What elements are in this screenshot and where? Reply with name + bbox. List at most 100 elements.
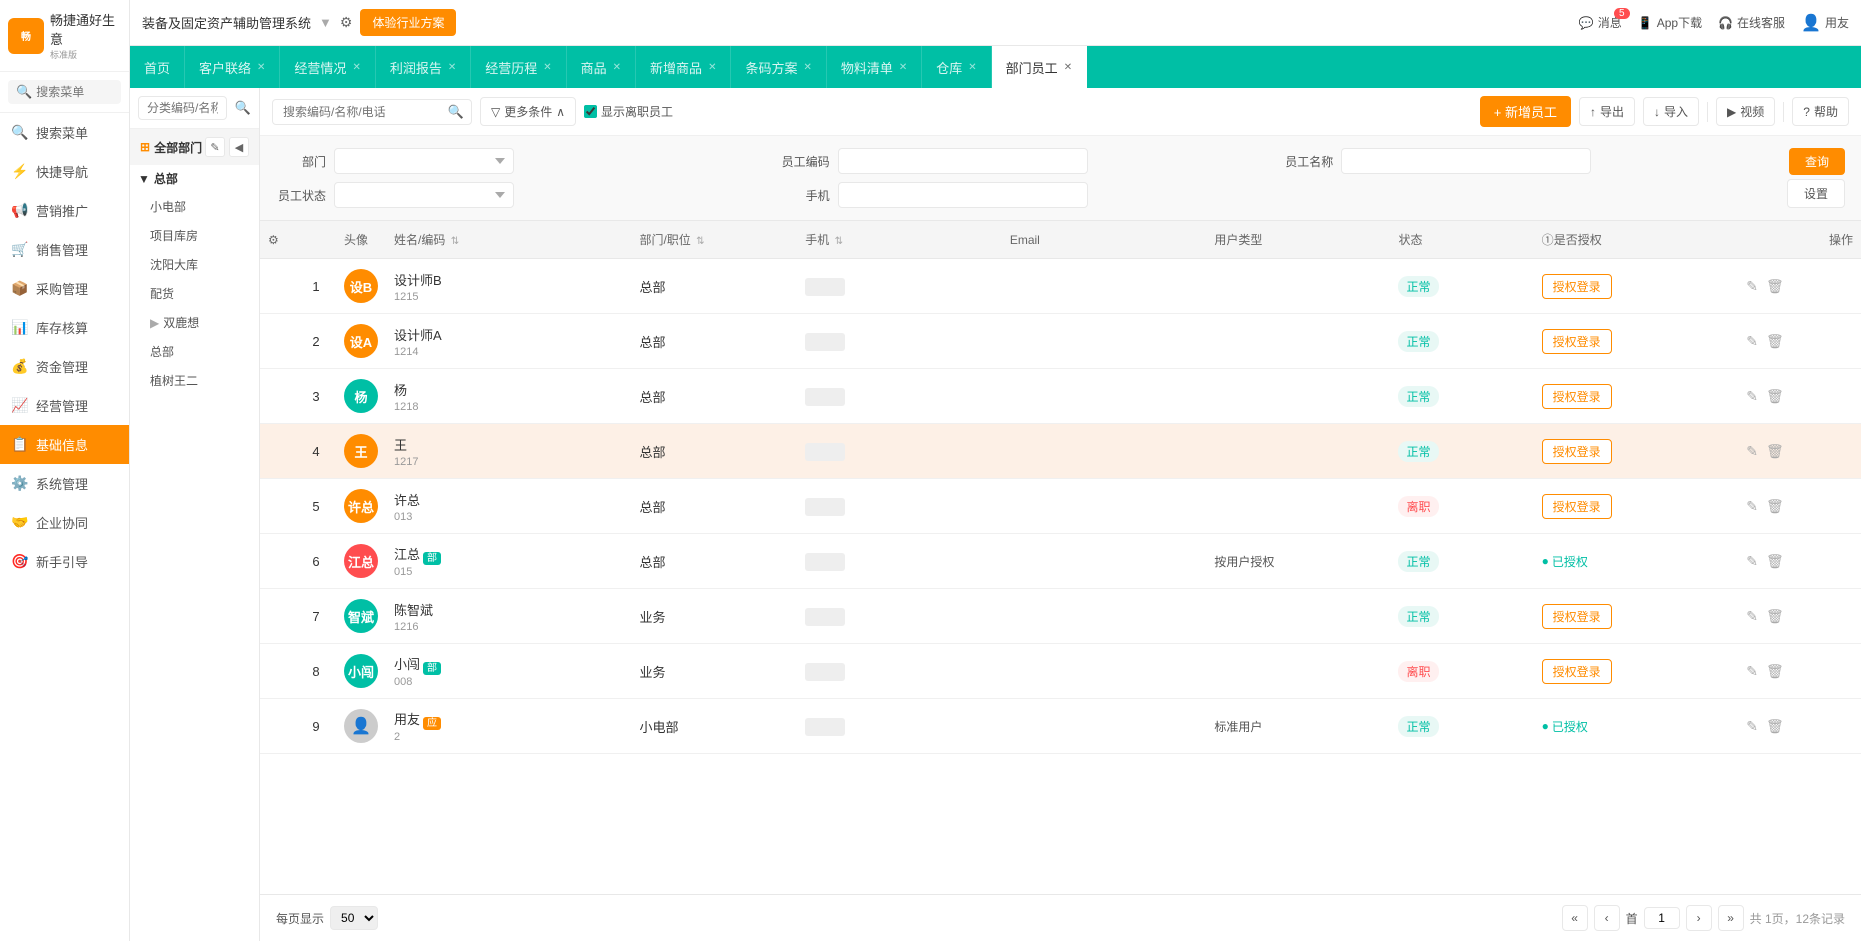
tab-material[interactable]: 物料清单 ✕ [827, 46, 922, 88]
sidebar-item-cooperate[interactable]: 🤝 企业协同 [0, 503, 129, 542]
delete-icon[interactable]: 🗑 [1766, 663, 1784, 680]
query-btn[interactable]: 查询 [1789, 148, 1845, 175]
auth-btn[interactable]: 授权登录 [1542, 494, 1612, 519]
sidebar-item-search[interactable]: 🔍 搜索菜单 [0, 113, 129, 152]
tree-item-xiaodian[interactable]: 小电部 [130, 192, 259, 221]
trial-button[interactable]: 体验行业方案 [360, 9, 456, 36]
tab-history[interactable]: 经营历程 ✕ [471, 46, 566, 88]
prev-page-btn[interactable]: ‹ [1594, 905, 1620, 931]
tab-newgoods-close[interactable]: ✕ [708, 62, 716, 73]
tab-warehouse[interactable]: 仓库 ✕ [922, 46, 991, 88]
app-download-btn[interactable]: 📱 App下载 [1638, 14, 1702, 31]
auth-btn[interactable]: 授权登录 [1542, 659, 1612, 684]
tree-edit-btn[interactable]: ✎ [205, 137, 225, 157]
tab-goods[interactable]: 商品 ✕ [567, 46, 636, 88]
sidebar-item-purchase[interactable]: 📦 采购管理 [0, 269, 129, 308]
sidebar-item-sales[interactable]: 🛒 销售管理 [0, 230, 129, 269]
col-settings[interactable]: ⚙ [260, 221, 296, 259]
page-input[interactable] [1644, 907, 1680, 929]
edit-icon[interactable]: ✎ [1746, 388, 1758, 405]
show-resigned-label[interactable]: 显示离职员工 [584, 103, 673, 120]
employee-search-icon[interactable]: 🔍 [448, 104, 464, 120]
set-btn[interactable]: 设置 [1787, 179, 1845, 208]
sidebar-search-input[interactable] [36, 85, 113, 99]
gear-btn[interactable]: ⚙ [340, 14, 353, 31]
delete-icon[interactable]: 🗑 [1766, 388, 1784, 405]
sidebar-item-quick[interactable]: ⚡ 快捷导航 [0, 152, 129, 191]
per-page-select[interactable]: 50 [330, 906, 378, 930]
col-name[interactable]: 姓名/编码 ⇅ [386, 221, 631, 259]
show-resigned-checkbox[interactable] [584, 105, 597, 118]
tab-department-close[interactable]: ✕ [1064, 62, 1072, 73]
delete-icon[interactable]: 🗑 [1766, 333, 1784, 350]
tab-material-close[interactable]: ✕ [899, 62, 907, 73]
export-btn[interactable]: ↑ 导出 [1579, 97, 1635, 126]
sidebar-item-guide[interactable]: 🎯 新手引导 [0, 542, 129, 581]
edit-icon[interactable]: ✎ [1746, 663, 1758, 680]
sidebar-item-finance[interactable]: 💰 资金管理 [0, 347, 129, 386]
edit-icon[interactable]: ✎ [1746, 278, 1758, 295]
auth-btn[interactable]: 授权登录 [1542, 274, 1612, 299]
delete-icon[interactable]: 🗑 [1766, 553, 1784, 570]
tab-operation-close[interactable]: ✕ [352, 62, 360, 73]
tree-item-shuangluxiang[interactable]: ▶ 双鹿想 [130, 308, 259, 337]
name-input[interactable] [1341, 148, 1591, 174]
more-filters-btn[interactable]: ▽ 更多条件 ∧ [480, 97, 576, 126]
import-btn[interactable]: ↓ 导入 [1643, 97, 1699, 126]
auth-btn[interactable]: 授权登录 [1542, 604, 1612, 629]
sidebar-item-basic[interactable]: 📋 基础信息 [0, 425, 129, 464]
user-btn[interactable]: 👤 用友 [1801, 13, 1849, 33]
auth-btn[interactable]: 授权登录 [1542, 384, 1612, 409]
col-phone[interactable]: 手机 ⇅ [797, 221, 1002, 259]
tab-profit-close[interactable]: ✕ [448, 62, 456, 73]
employee-search-input[interactable] [272, 99, 472, 125]
delete-icon[interactable]: 🗑 [1766, 498, 1784, 515]
dropdown-icon[interactable]: ▼ [319, 15, 332, 30]
tree-item-zhishu[interactable]: 植树王二 [130, 366, 259, 395]
code-input[interactable] [838, 148, 1088, 174]
tree-collapse-btn[interactable]: ◀ [229, 137, 249, 157]
tab-profit[interactable]: 利润报告 ✕ [376, 46, 471, 88]
edit-icon[interactable]: ✎ [1746, 498, 1758, 515]
delete-icon[interactable]: 🗑 [1766, 443, 1784, 460]
next-page-btn[interactable]: › [1686, 905, 1712, 931]
last-page-btn[interactable]: » [1718, 905, 1744, 931]
sidebar-item-inventory[interactable]: 📊 库存核算 [0, 308, 129, 347]
view-btn[interactable]: ▶ 视频 [1716, 97, 1775, 126]
online-service-btn[interactable]: 🎧 在线客服 [1718, 14, 1785, 31]
tab-history-close[interactable]: ✕ [543, 62, 551, 73]
add-employee-btn[interactable]: + 新增员工 [1480, 96, 1571, 127]
tab-barcode[interactable]: 条码方案 ✕ [731, 46, 826, 88]
tree-search-icon[interactable]: 🔍 [235, 100, 251, 116]
sidebar-item-system[interactable]: ⚙️ 系统管理 [0, 464, 129, 503]
dept-select[interactable] [334, 148, 514, 174]
delete-icon[interactable]: 🗑 [1766, 718, 1784, 735]
tree-item-peihuo[interactable]: 配货 [130, 279, 259, 308]
tree-search-input[interactable] [138, 96, 227, 120]
edit-icon[interactable]: ✎ [1746, 443, 1758, 460]
tab-customer[interactable]: 客户联络 ✕ [185, 46, 280, 88]
edit-icon[interactable]: ✎ [1746, 608, 1758, 625]
tab-home[interactable]: 首页 [130, 46, 185, 88]
sidebar-item-marketing[interactable]: 📢 营销推广 [0, 191, 129, 230]
tab-newgoods[interactable]: 新增商品 ✕ [636, 46, 731, 88]
status-select[interactable] [334, 182, 514, 208]
help-btn[interactable]: ? 帮助 [1792, 97, 1849, 126]
sidebar-item-operation[interactable]: 📈 经营管理 [0, 386, 129, 425]
tab-customer-close[interactable]: ✕ [257, 62, 265, 73]
col-dept[interactable]: 部门/职位 ⇅ [631, 221, 797, 259]
phone-input[interactable] [838, 182, 1088, 208]
tab-warehouse-close[interactable]: ✕ [968, 62, 976, 73]
message-btn[interactable]: 💬 消息 5 [1579, 14, 1622, 31]
tree-group-headquarter[interactable]: ▼ 总部 [130, 165, 259, 192]
tab-goods-close[interactable]: ✕ [613, 62, 621, 73]
tree-item-shenyang[interactable]: 沈阳大库 [130, 250, 259, 279]
edit-icon[interactable]: ✎ [1746, 718, 1758, 735]
edit-icon[interactable]: ✎ [1746, 333, 1758, 350]
auth-btn[interactable]: 授权登录 [1542, 439, 1612, 464]
delete-icon[interactable]: 🗑 [1766, 278, 1784, 295]
tab-department[interactable]: 部门员工 ✕ [992, 46, 1087, 88]
delete-icon[interactable]: 🗑 [1766, 608, 1784, 625]
auth-btn[interactable]: 授权登录 [1542, 329, 1612, 354]
tree-item-zongbu[interactable]: 总部 [130, 337, 259, 366]
